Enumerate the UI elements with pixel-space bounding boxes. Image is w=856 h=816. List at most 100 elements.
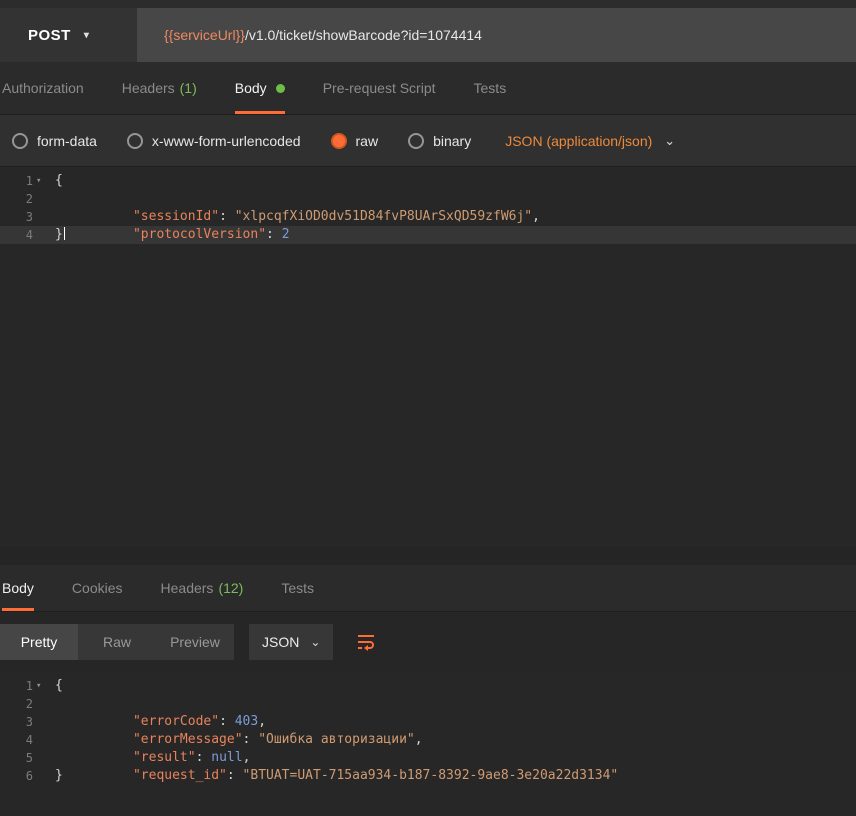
response-tab-headers[interactable]: Headers (12) bbox=[161, 565, 244, 611]
request-tabs: Authorization Headers (1) Body Pre-reque… bbox=[0, 62, 856, 115]
response-tab-cookies[interactable]: Cookies bbox=[72, 565, 123, 611]
form-data-label: form-data bbox=[37, 132, 97, 149]
tab-body-label: Body bbox=[234, 80, 267, 96]
tab-tests[interactable]: Tests bbox=[474, 62, 507, 114]
line-number-gutter: 1 ▾ bbox=[0, 172, 46, 190]
radio-icon bbox=[12, 132, 28, 149]
body-type-binary[interactable]: binary bbox=[408, 132, 472, 149]
method-label: POST bbox=[28, 26, 71, 44]
code-token: } bbox=[55, 227, 63, 242]
raw-label: Raw bbox=[102, 634, 131, 650]
code-token: : bbox=[266, 227, 282, 242]
response-tab-body[interactable]: Body bbox=[2, 565, 34, 611]
line-number: 6 bbox=[25, 769, 33, 783]
wrap-text-button[interactable] bbox=[348, 624, 384, 660]
json-string-value: "Ошибка авторизации" bbox=[258, 732, 415, 747]
line-number-gutter: 2 bbox=[0, 190, 46, 208]
code-line: 2 "sessionId": "xlpcqfXiOD0dv51D84fvP8UA… bbox=[0, 190, 856, 224]
tab-pre-request-script[interactable]: Pre-request Script bbox=[323, 62, 436, 114]
line-number: 2 bbox=[25, 192, 33, 206]
code-token: { bbox=[55, 678, 63, 693]
tab-pre-request-label: Pre-request Script bbox=[322, 80, 436, 96]
line-number: 3 bbox=[25, 210, 33, 224]
response-tabs: Body Cookies Headers (12) Tests bbox=[0, 565, 856, 612]
response-tab-body-label: Body bbox=[2, 580, 34, 596]
line-number-gutter: 4 bbox=[0, 731, 46, 749]
response-tab-headers-label: Headers bbox=[160, 580, 214, 596]
url-variable: {{serviceUrl}} bbox=[164, 27, 245, 43]
response-tab-tests-label: Tests bbox=[281, 580, 315, 596]
tab-headers[interactable]: Headers (1) bbox=[122, 62, 197, 114]
response-view-switch: Pretty Raw Preview bbox=[0, 624, 234, 660]
pretty-button[interactable]: Pretty bbox=[0, 624, 78, 660]
line-number-gutter: 6 bbox=[0, 767, 46, 785]
line-number-gutter: 5 bbox=[0, 749, 46, 767]
pretty-label: Pretty bbox=[20, 634, 58, 650]
code-token: { bbox=[55, 173, 63, 188]
response-format-select[interactable]: JSON ⌄ bbox=[249, 624, 334, 660]
body-type-bar: form-data x-www-form-urlencoded raw bina… bbox=[0, 115, 856, 167]
radio-selected-icon bbox=[330, 132, 347, 149]
headers-count-badge: (1) bbox=[179, 80, 197, 96]
body-present-dot bbox=[275, 83, 285, 93]
response-toolbar: Pretty Raw Preview JSON ⌄ bbox=[0, 612, 856, 672]
section-divider bbox=[0, 547, 856, 565]
chevron-down-icon: ⌄ bbox=[310, 635, 321, 649]
url-path: /v1.0/ticket/showBarcode?id=1074414 bbox=[244, 27, 482, 43]
line-number-gutter: 1 ▾ bbox=[0, 677, 46, 695]
line-number: 1 bbox=[25, 174, 33, 188]
binary-label: binary bbox=[433, 132, 472, 149]
content-type-select[interactable]: JSON (application/json) ⌄ bbox=[505, 133, 675, 149]
response-tab-cookies-label: Cookies bbox=[71, 580, 123, 596]
code-token: } bbox=[55, 768, 63, 783]
tab-headers-label: Headers bbox=[121, 80, 175, 96]
chevron-down-icon: ▾ bbox=[83, 29, 90, 41]
json-number-value: 2 bbox=[281, 227, 290, 242]
line-number: 4 bbox=[25, 733, 33, 747]
radio-icon bbox=[126, 132, 143, 149]
text-caret bbox=[63, 227, 65, 240]
line-number: 3 bbox=[25, 715, 33, 729]
url-input[interactable]: {{serviceUrl}}/v1.0/ticket/showBarcode?i… bbox=[137, 8, 856, 62]
method-dropdown[interactable]: POST ▾ bbox=[0, 8, 137, 62]
line-number-gutter: 3 bbox=[0, 713, 46, 731]
code-token: , bbox=[414, 732, 423, 747]
line-number: 5 bbox=[25, 751, 33, 765]
radio-icon bbox=[408, 132, 425, 149]
preview-button[interactable]: Preview bbox=[156, 624, 234, 660]
line-number: 1 bbox=[25, 679, 33, 693]
fold-icon[interactable]: ▾ bbox=[33, 172, 46, 190]
body-type-form-data[interactable]: form-data bbox=[12, 132, 97, 149]
chevron-down-icon: ⌄ bbox=[664, 132, 676, 148]
fold-icon[interactable]: ▾ bbox=[33, 677, 46, 695]
tab-authorization[interactable]: Authorization bbox=[2, 62, 84, 114]
response-body-editor[interactable]: 1 ▾ { 2 "errorCode": 403, 3 "errorMessag… bbox=[0, 672, 856, 816]
code-line: 4 "result": null, bbox=[0, 731, 856, 765]
code-line: 5 "request_id": "BTUAT=UAT-715aa934-b187… bbox=[0, 749, 856, 783]
body-type-urlencoded[interactable]: x-www-form-urlencoded bbox=[126, 132, 301, 149]
tab-body[interactable]: Body bbox=[234, 62, 285, 114]
request-url-bar: POST ▾ {{serviceUrl}}/v1.0/ticket/showBa… bbox=[0, 8, 856, 62]
urlencoded-label: x-www-form-urlencoded bbox=[151, 132, 301, 149]
code-line: 2 "errorCode": 403, bbox=[0, 695, 856, 729]
content-type-label: JSON (application/json) bbox=[505, 132, 653, 149]
tab-tests-label: Tests bbox=[473, 80, 507, 96]
line-number-gutter: 4 bbox=[0, 226, 46, 244]
json-key: "request_id" bbox=[132, 768, 227, 783]
response-headers-count-badge: (12) bbox=[218, 580, 244, 596]
code-line: 1 ▾ { bbox=[0, 172, 856, 190]
line-number-gutter: 2 bbox=[0, 695, 46, 713]
response-tab-tests[interactable]: Tests bbox=[281, 565, 314, 611]
json-key: "protocolVersion" bbox=[132, 227, 267, 242]
raw-button[interactable]: Raw bbox=[78, 624, 156, 660]
line-number: 2 bbox=[25, 697, 33, 711]
request-body-editor[interactable]: 1 ▾ { 2 "sessionId": "xlpcqfXiOD0dv51D84… bbox=[0, 167, 856, 547]
tab-authorization-label: Authorization bbox=[2, 80, 84, 96]
body-type-raw[interactable]: raw bbox=[330, 132, 378, 149]
code-line: 3 "errorMessage": "Ошибка авторизации", bbox=[0, 713, 856, 747]
code-token: : bbox=[226, 768, 243, 783]
code-line: 1 ▾ { bbox=[0, 677, 856, 695]
json-string-value: "BTUAT=UAT-715aa934-b187-8392-9ae8-3e20a… bbox=[242, 768, 619, 783]
response-format-label: JSON bbox=[262, 634, 300, 650]
line-number: 4 bbox=[25, 228, 33, 242]
